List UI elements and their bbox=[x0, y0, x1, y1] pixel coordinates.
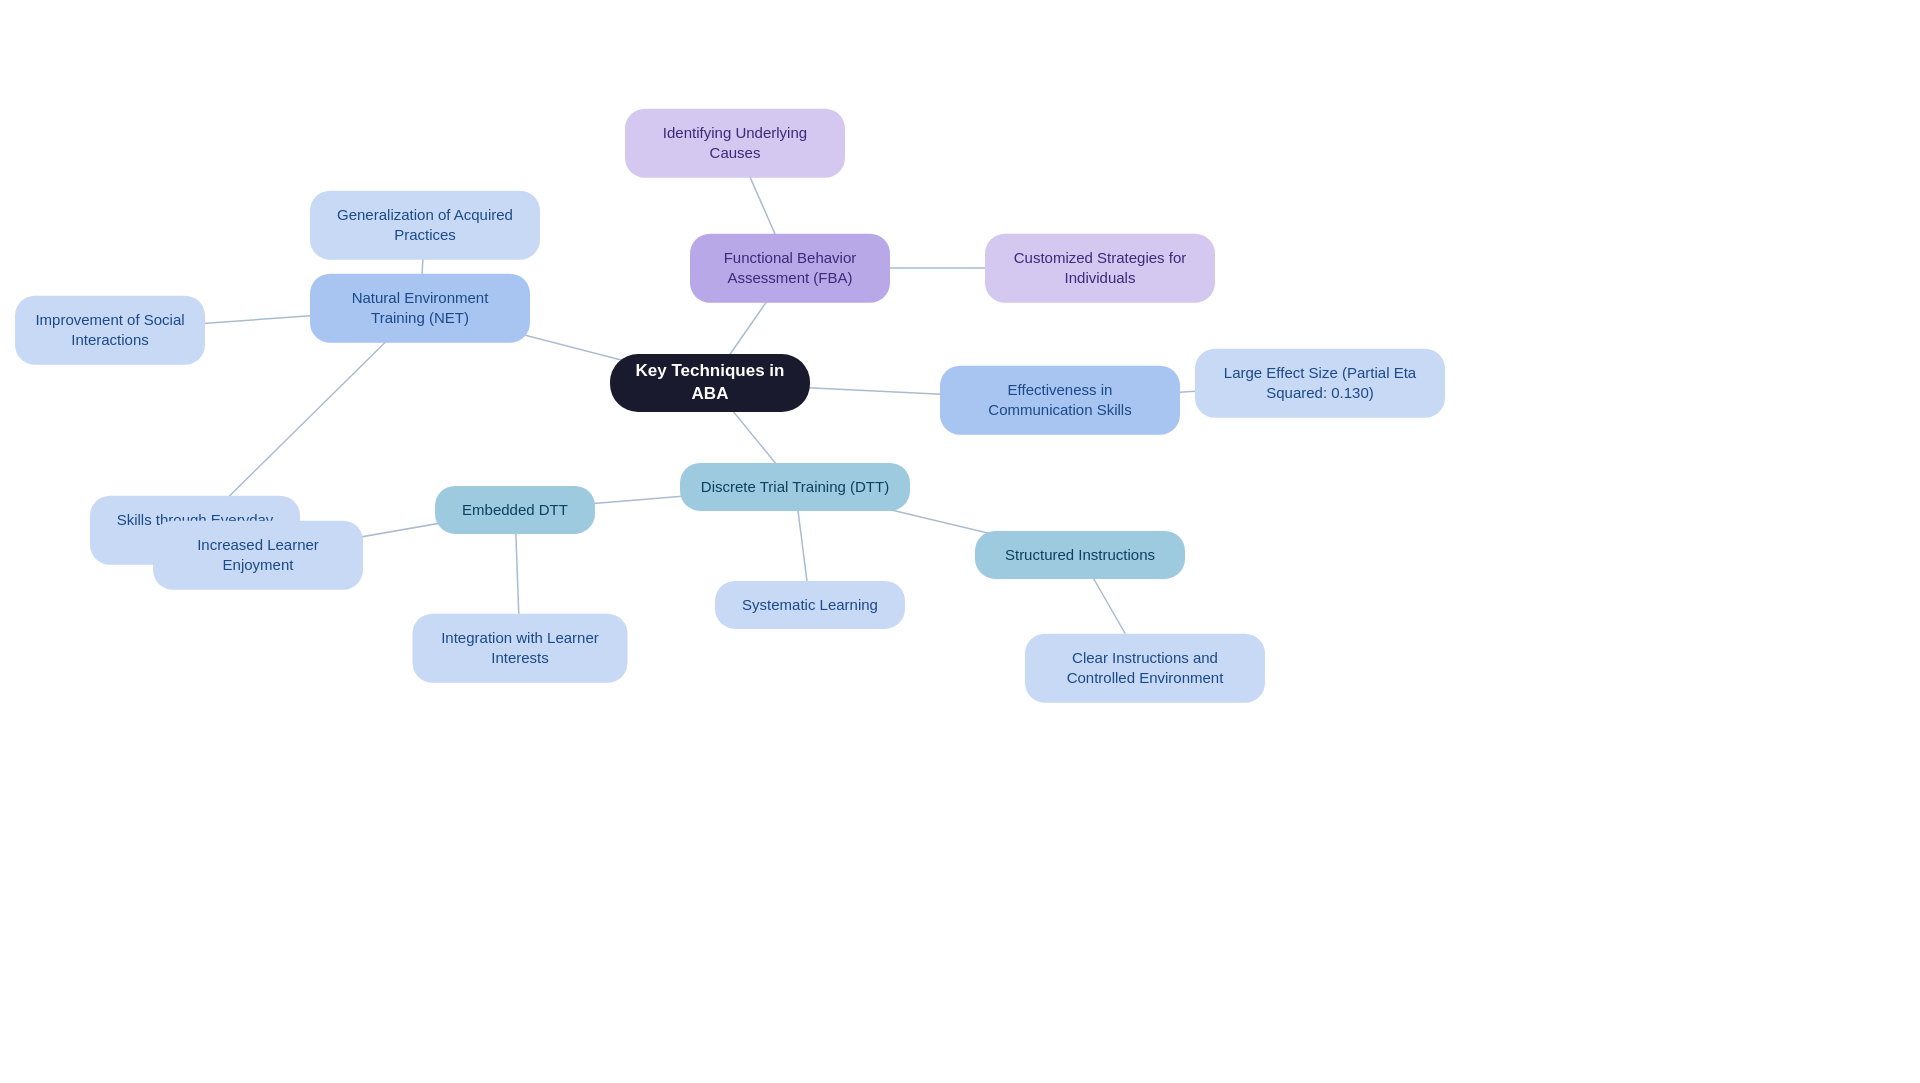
node-customized: Customized Strategies for Individuals bbox=[985, 234, 1215, 303]
node-net: Natural Environment Training (NET) bbox=[310, 274, 530, 343]
center-node: Key Techniques in ABA bbox=[610, 354, 810, 412]
node-identifying: Identifying Underlying Causes bbox=[625, 109, 845, 178]
node-embedded-dtt: Embedded DTT bbox=[435, 486, 595, 534]
mind-map-container: Key Techniques in ABA Natural Environment… bbox=[0, 0, 1920, 1083]
node-improvement: Improvement of Social Interactions bbox=[15, 296, 205, 365]
node-generalization: Generalization of Acquired Practices bbox=[310, 191, 540, 260]
node-effectiveness: Effectiveness in Communication Skills bbox=[940, 366, 1180, 435]
node-increased-enjoyment: Increased Learner Enjoyment bbox=[153, 521, 363, 590]
node-large-effect: Large Effect Size (Partial Eta Squared: … bbox=[1195, 349, 1445, 418]
node-clear-instructions: Clear Instructions and Controlled Enviro… bbox=[1025, 634, 1265, 703]
node-structured: Structured Instructions bbox=[975, 531, 1185, 579]
node-fba: Functional Behavior Assessment (FBA) bbox=[690, 234, 890, 303]
node-systematic: Systematic Learning bbox=[715, 581, 905, 629]
node-integration: Integration with Learner Interests bbox=[413, 614, 628, 683]
node-dtt: Discrete Trial Training (DTT) bbox=[680, 463, 910, 511]
